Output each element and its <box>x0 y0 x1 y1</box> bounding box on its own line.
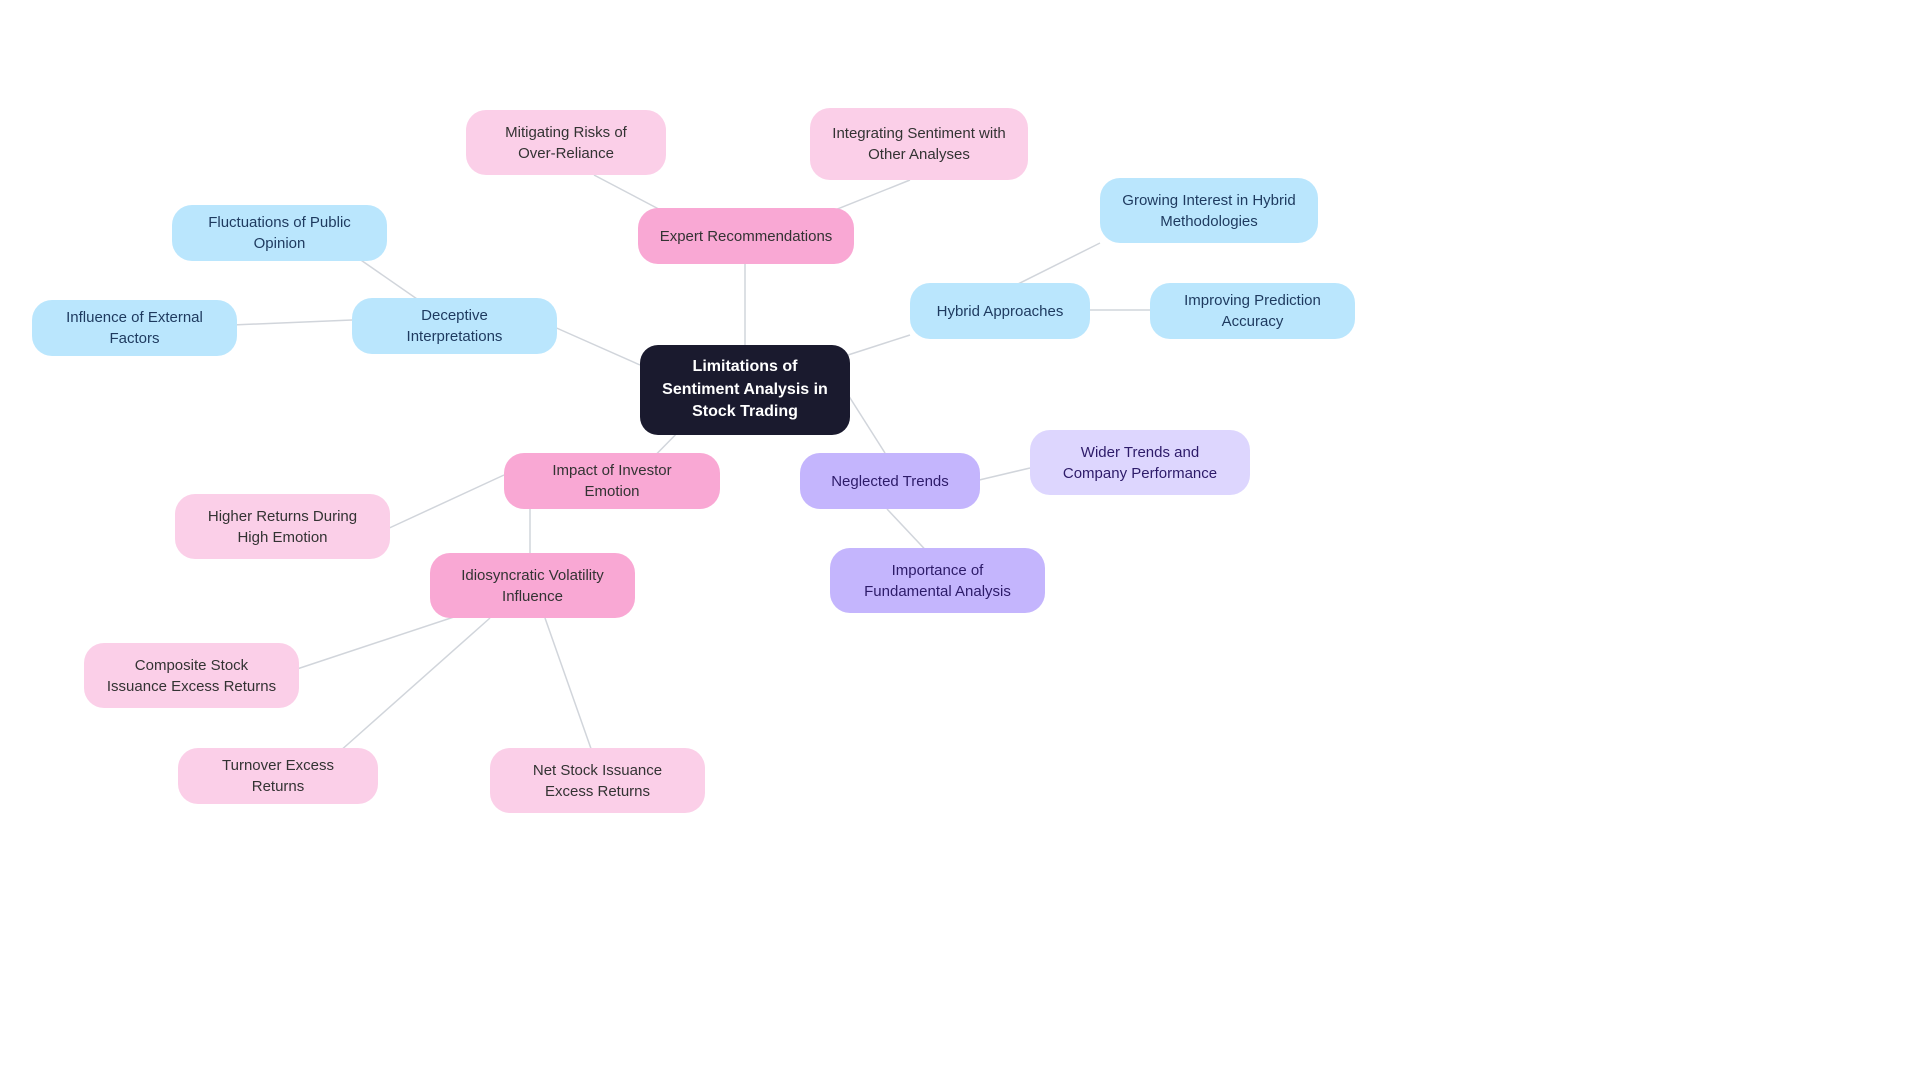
improving-prediction-label: Improving Prediction Accuracy <box>1170 290 1335 332</box>
net-stock-issuance-label: Net Stock Issuance Excess Returns <box>510 760 685 802</box>
integrating-sentiment-node: Integrating Sentiment with Other Analyse… <box>810 108 1028 180</box>
importance-fundamental-label: Importance of Fundamental Analysis <box>850 560 1025 602</box>
wider-trends-label: Wider Trends and Company Performance <box>1050 442 1230 484</box>
influence-external-label: Influence of External Factors <box>52 307 217 349</box>
idiosyncratic-volatility-label: Idiosyncratic Volatility Influence <box>450 565 615 607</box>
fluctuations-public-label: Fluctuations of Public Opinion <box>192 212 367 254</box>
composite-stock-node: Composite Stock Issuance Excess Returns <box>84 643 299 708</box>
influence-external-node: Influence of External Factors <box>32 300 237 356</box>
fluctuations-public-node: Fluctuations of Public Opinion <box>172 205 387 261</box>
growing-interest-node: Growing Interest in Hybrid Methodologies <box>1100 178 1318 243</box>
deceptive-interpretations-label: Deceptive Interpretations <box>372 305 537 347</box>
idiosyncratic-volatility-node: Idiosyncratic Volatility Influence <box>430 553 635 618</box>
net-stock-issuance-node: Net Stock Issuance Excess Returns <box>490 748 705 813</box>
expert-recommendations-node: Expert Recommendations <box>638 208 854 264</box>
improving-prediction-node: Improving Prediction Accuracy <box>1150 283 1355 339</box>
expert-recommendations-label: Expert Recommendations <box>660 226 833 247</box>
mitigating-risks-label: Mitigating Risks of Over-Reliance <box>486 122 646 164</box>
deceptive-interpretations-node: Deceptive Interpretations <box>352 298 557 354</box>
impact-investor-emotion-label: Impact of Investor Emotion <box>524 460 700 502</box>
neglected-trends-label: Neglected Trends <box>831 471 949 492</box>
importance-fundamental-node: Importance of Fundamental Analysis <box>830 548 1045 613</box>
center-label: Limitations of Sentiment Analysis in Sto… <box>660 356 830 423</box>
hybrid-approaches-node: Hybrid Approaches <box>910 283 1090 339</box>
mitigating-risks-node: Mitigating Risks of Over-Reliance <box>466 110 666 175</box>
growing-interest-label: Growing Interest in Hybrid Methodologies <box>1120 190 1298 232</box>
hybrid-approaches-label: Hybrid Approaches <box>937 301 1064 322</box>
neglected-trends-node: Neglected Trends <box>800 453 980 509</box>
integrating-sentiment-label: Integrating Sentiment with Other Analyse… <box>830 123 1008 165</box>
center-node: Limitations of Sentiment Analysis in Sto… <box>640 345 850 435</box>
wider-trends-node: Wider Trends and Company Performance <box>1030 430 1250 495</box>
turnover-excess-node: Turnover Excess Returns <box>178 748 378 804</box>
impact-investor-emotion-node: Impact of Investor Emotion <box>504 453 720 509</box>
higher-returns-label: Higher Returns During High Emotion <box>195 506 370 548</box>
turnover-excess-label: Turnover Excess Returns <box>198 755 358 797</box>
composite-stock-label: Composite Stock Issuance Excess Returns <box>104 655 279 697</box>
higher-returns-node: Higher Returns During High Emotion <box>175 494 390 559</box>
